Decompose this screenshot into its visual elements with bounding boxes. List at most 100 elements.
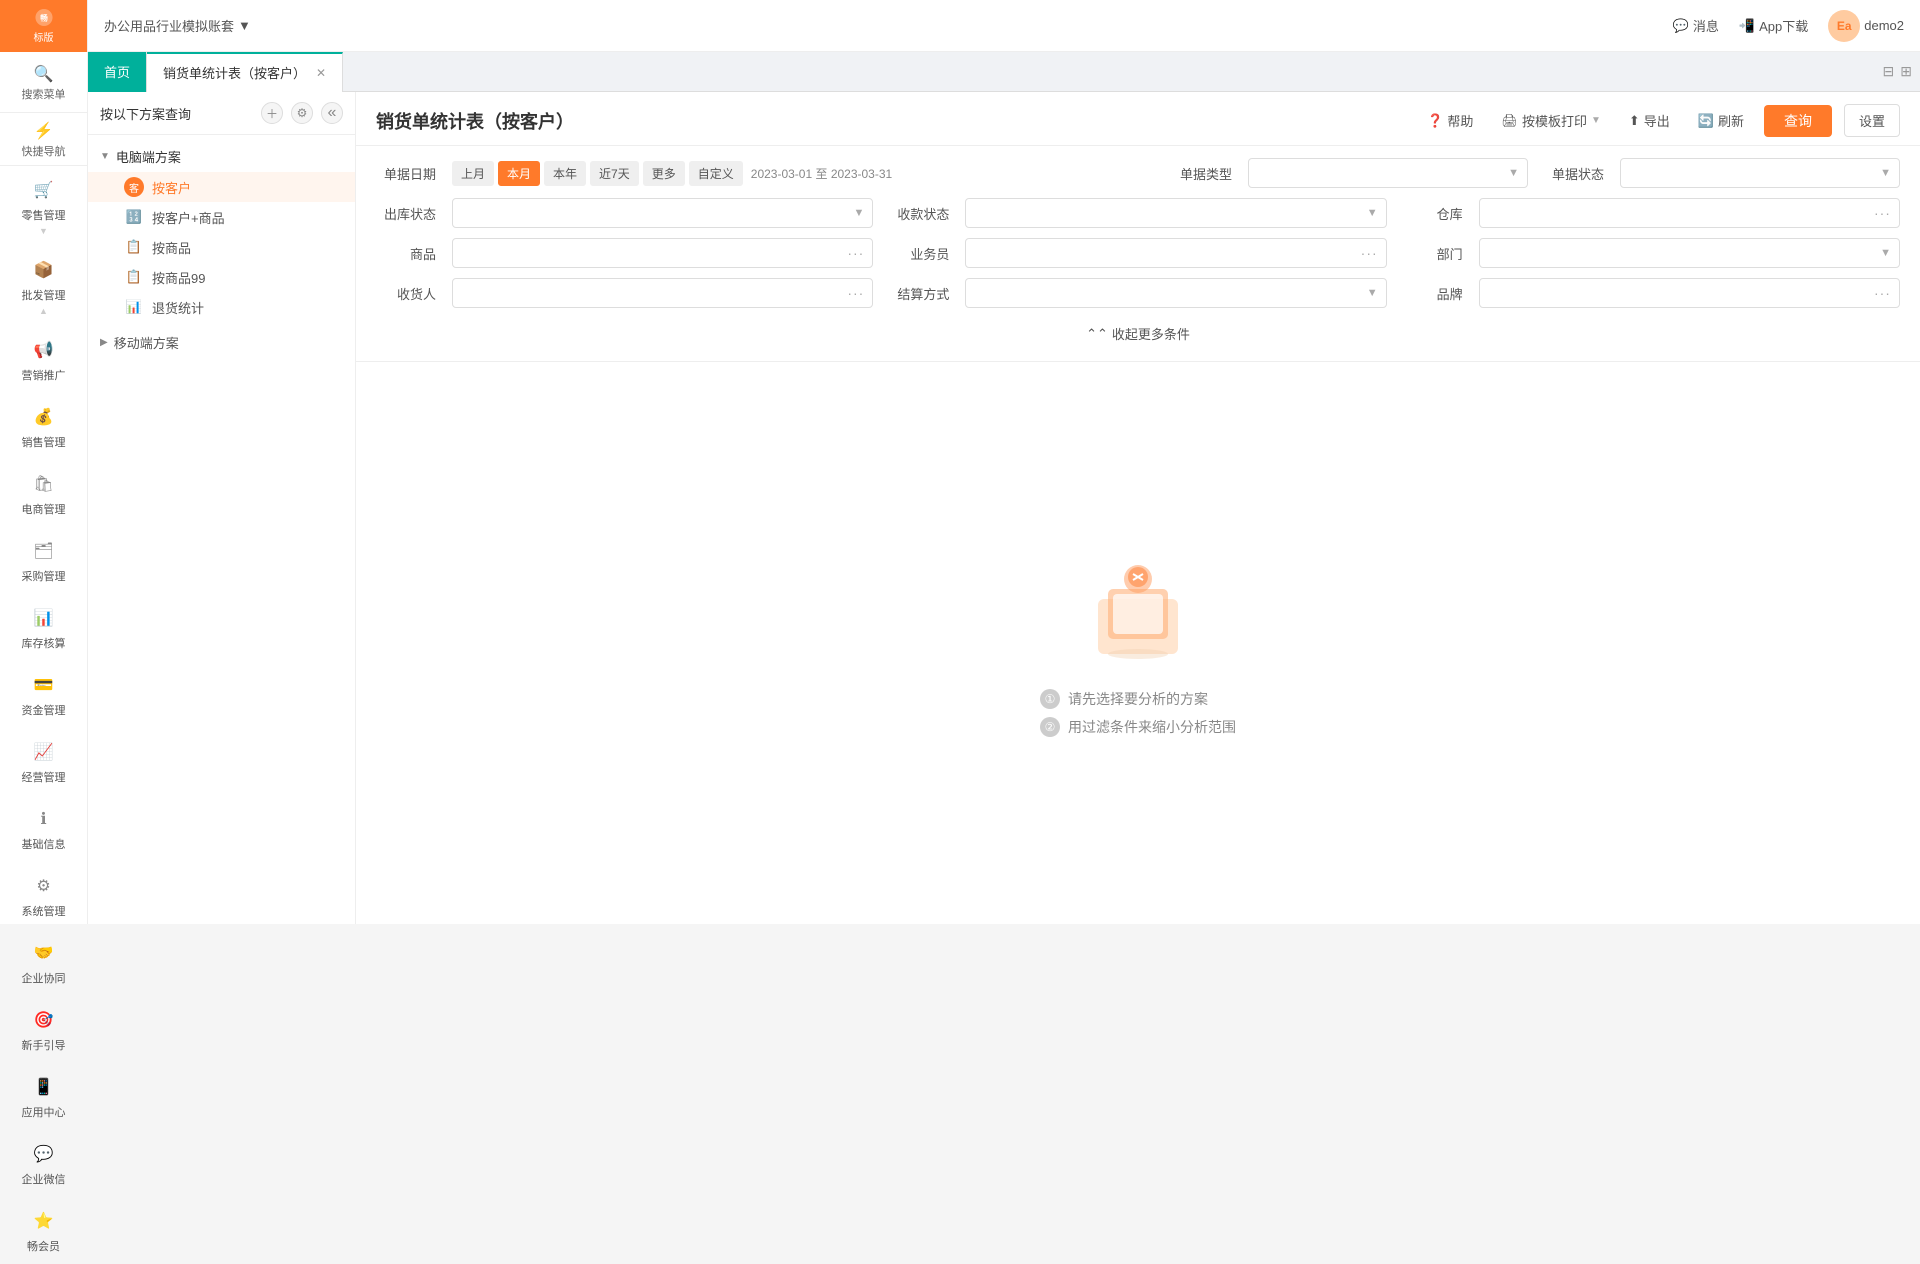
receiver-dots-icon: ···	[847, 285, 864, 301]
staff-select[interactable]: ···	[965, 238, 1386, 268]
sidebar-item-apps-label: 应用中心	[22, 1104, 66, 1120]
sidebar-item-retail[interactable]: 🛒 零售管理 ▼	[0, 166, 87, 246]
settings-scheme-btn[interactable]: ⚙	[291, 102, 313, 124]
username: demo2	[1864, 18, 1904, 33]
payment-select[interactable]: ▼	[965, 198, 1386, 228]
help-label: 帮助	[1447, 111, 1473, 130]
topbar-left: 办公用品行业模拟账套 ▼	[104, 16, 251, 35]
search-menu[interactable]: 🔍 搜索菜单	[0, 52, 87, 113]
receiver-select[interactable]: ···	[452, 278, 873, 308]
scheme-by-product[interactable]: 📋 按商品	[88, 232, 355, 262]
sidebar-item-wechat[interactable]: 💬 企业微信	[0, 1130, 87, 1197]
filter-row-1: 单据日期 上月 本月 本年 近7天 更多 自定义 2023-03-01 至 20…	[376, 158, 1900, 188]
dept-select[interactable]: ▼	[1479, 238, 1900, 268]
by-customer-product-icon: 🔢	[124, 207, 144, 227]
refresh-label: 刷新	[1718, 111, 1744, 130]
print-btn[interactable]: 🖨 按模板打印 ▼	[1493, 107, 1608, 134]
filter-row-2: 出库状态 ▼ 收款状态 ▼ 仓库 ···	[376, 198, 1900, 228]
date-this-month-btn[interactable]: 本月	[498, 161, 540, 186]
refresh-btn[interactable]: 🔄 刷新	[1690, 107, 1752, 134]
settle-select[interactable]: ▼	[965, 278, 1386, 308]
type-select[interactable]: ▼	[1248, 158, 1528, 188]
brand-select[interactable]: ···	[1479, 278, 1900, 308]
sidebar-item-finance-label: 资金管理	[22, 702, 66, 718]
date-more-btn[interactable]: 更多	[643, 161, 685, 186]
tab-home[interactable]: 首页	[88, 52, 147, 92]
sidebar-item-newuser[interactable]: 🎯 新手引导	[0, 996, 87, 1063]
sidebar-item-basic[interactable]: ℹ 基础信息	[0, 795, 87, 862]
sidebar-item-member[interactable]: ⭐ 畅会员	[0, 1197, 87, 1264]
sidebar-item-system[interactable]: ⚙ 系统管理	[0, 862, 87, 929]
payment-label: 收款状态	[889, 204, 949, 223]
desktop-scheme-label: 电脑端方案	[116, 147, 181, 166]
desktop-scheme-parent[interactable]: ▼ 电脑端方案	[88, 141, 355, 172]
settle-dropdown-icon: ▼	[1367, 287, 1378, 299]
date-label: 单据日期	[376, 164, 436, 183]
query-button[interactable]: 查询	[1764, 105, 1832, 137]
sidebar-item-finance[interactable]: 💳 资金管理	[0, 661, 87, 728]
tab-sales-stats-label: 销货单统计表（按客户）	[163, 63, 306, 82]
sidebar-item-purchase[interactable]: 🗂 采购管理	[0, 527, 87, 594]
date-this-year-btn[interactable]: 本年	[544, 161, 586, 186]
date-last7-btn[interactable]: 近7天	[590, 161, 639, 186]
hint-1-num: ①	[1040, 689, 1060, 709]
company-selector[interactable]: 办公用品行业模拟账套 ▼	[104, 16, 251, 35]
main-area: 办公用品行业模拟账套 ▼ 💬 消息 📲 App下载 Ea demo2 首页	[88, 0, 1920, 924]
mobile-scheme-parent[interactable]: ▶ 移动端方案	[88, 328, 355, 357]
export-label: 导出	[1644, 111, 1670, 130]
scheme-by-customer-product[interactable]: 🔢 按客户+商品	[88, 202, 355, 232]
user-menu[interactable]: Ea demo2	[1828, 10, 1904, 42]
scheme-by-product99[interactable]: 📋 按商品99	[88, 262, 355, 292]
tab-close-icon[interactable]: ✕	[316, 66, 326, 80]
empty-state: ① 请先选择要分析的方案 ② 用过滤条件来缩小分析范围	[356, 362, 1920, 924]
type-dropdown-icon: ▼	[1508, 167, 1519, 179]
desktop-schemes: ▼ 电脑端方案 客 按客户 🔢 按客户+商品 📋 按商品 📋	[88, 135, 355, 328]
date-last-month-btn[interactable]: 上月	[452, 161, 494, 186]
quick-nav-label: 快捷导航	[22, 143, 66, 159]
tab-maximize-icon[interactable]: ⊞	[1900, 63, 1912, 80]
sidebar-item-inventory[interactable]: 📊 库存核算	[0, 594, 87, 661]
warehouse-select[interactable]: ···	[1479, 198, 1900, 228]
date-group: 上月 本月 本年 近7天 更多 自定义 2023-03-01 至 2023-03…	[452, 161, 1156, 186]
settings-button[interactable]: 设置	[1844, 104, 1900, 137]
sidebar-item-wholesale[interactable]: 📦 批发管理 ▲	[0, 246, 87, 326]
tab-sales-stats[interactable]: 销货单统计表（按客户） ✕	[147, 52, 343, 92]
sidebar-item-apps[interactable]: 📱 应用中心	[0, 1063, 87, 1130]
help-btn[interactable]: ❓ 帮助	[1419, 107, 1481, 134]
hint-1-text: 请先选择要分析的方案	[1068, 689, 1208, 709]
mobile-scheme-label: 移动端方案	[114, 333, 179, 352]
collapse-conditions-btn[interactable]: ⌃⌃ 收起更多条件	[376, 318, 1900, 349]
download-btn[interactable]: 📲 App下载	[1739, 16, 1808, 35]
scheme-return-stats[interactable]: 📊 退货统计	[88, 292, 355, 322]
left-panel-icons: ＋ ⚙ «	[261, 102, 343, 124]
filter-area: 单据日期 上月 本月 本年 近7天 更多 自定义 2023-03-01 至 20…	[356, 146, 1920, 362]
sidebar-item-system-label: 系统管理	[22, 903, 66, 919]
scheme-by-customer-product-label: 按客户+商品	[152, 208, 225, 227]
content: 按以下方案查询 ＋ ⚙ « ▼ 电脑端方案 客 按客户 🔢	[88, 92, 1920, 924]
date-range-display: 2023-03-01 至 2023-03-31	[751, 165, 892, 182]
sidebar: 畅 标版 🔍 搜索菜单 ⚡ 快捷导航 🛒 零售管理 ▼ 📦 批发管理 ▲ 📢 营…	[0, 0, 88, 924]
avatar: Ea	[1828, 10, 1860, 42]
sidebar-item-ecommerce[interactable]: 🛍 电商管理	[0, 460, 87, 527]
date-custom-btn[interactable]: 自定义	[689, 161, 743, 186]
by-customer-icon: 客	[124, 177, 144, 197]
logo: 畅 标版	[0, 0, 87, 52]
sidebar-item-operation[interactable]: 📈 经营管理	[0, 728, 87, 795]
scheme-by-customer[interactable]: 客 按客户	[88, 172, 355, 202]
product-select[interactable]: ···	[452, 238, 873, 268]
sidebar-item-marketing[interactable]: 📢 营销推广	[0, 326, 87, 393]
status-select[interactable]: ▼	[1620, 158, 1900, 188]
right-panel: 销货单统计表（按客户） ❓ 帮助 🖨 按模板打印 ▼ ⬆ 导出	[356, 92, 1920, 924]
out-select[interactable]: ▼	[452, 198, 873, 228]
collapse-panel-btn[interactable]: «	[321, 102, 343, 124]
payment-dropdown-icon: ▼	[1367, 207, 1378, 219]
add-scheme-btn[interactable]: ＋	[261, 102, 283, 124]
export-btn[interactable]: ⬆ 导出	[1621, 107, 1678, 134]
settle-label: 结算方式	[889, 284, 949, 303]
tab-minimize-icon[interactable]: ⊟	[1883, 63, 1895, 80]
sidebar-item-corp[interactable]: 🤝 企业协同	[0, 929, 87, 996]
quick-nav[interactable]: ⚡ 快捷导航	[0, 113, 87, 166]
sidebar-item-sales[interactable]: 💰 销售管理	[0, 393, 87, 460]
message-btn[interactable]: 💬 消息	[1673, 16, 1719, 35]
company-dropdown-icon: ▼	[238, 18, 251, 33]
